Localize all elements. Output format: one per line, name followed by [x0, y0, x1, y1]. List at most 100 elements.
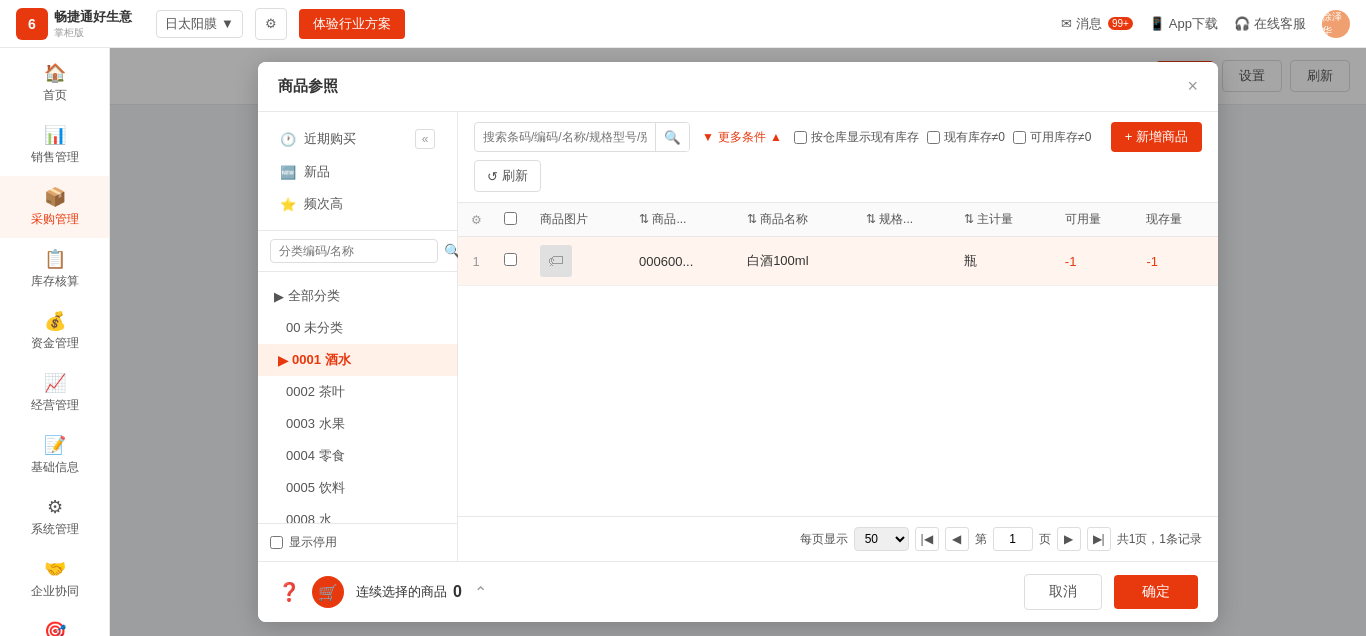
product-search-input[interactable] — [475, 130, 655, 144]
product-table: ⚙ 商品图片 ⇅ — [458, 203, 1218, 286]
category-water[interactable]: 0008 水 — [258, 504, 457, 523]
col-code-label: 商品... — [652, 212, 686, 226]
page-input[interactable] — [993, 527, 1033, 551]
sidebar-item-purchase[interactable]: 📦 采购管理 — [0, 176, 109, 238]
category-water-label: 0008 水 — [286, 511, 332, 523]
col-unit-sort-icon: ⇅ — [964, 212, 974, 226]
tab-new-products[interactable]: 🆕 新品 — [270, 156, 445, 188]
online-service-btn[interactable]: 🎧 在线客服 — [1234, 15, 1306, 33]
messages-btn[interactable]: ✉ 消息 99+ — [1061, 15, 1133, 33]
cell-checkbox[interactable] — [494, 237, 530, 286]
sidebar-inventory-label: 库存核算 — [31, 273, 79, 290]
category-fruit[interactable]: 0003 水果 — [258, 408, 457, 440]
table-row[interactable]: 1 🏷 — [458, 237, 1218, 286]
sidebar-collab-label: 企业协同 — [31, 583, 79, 600]
add-product-btn[interactable]: + 新增商品 — [1111, 122, 1202, 152]
headset-icon: 🎧 — [1234, 16, 1250, 31]
page-last-btn[interactable]: ▶| — [1087, 527, 1111, 551]
page-prev-btn[interactable]: ◀ — [945, 527, 969, 551]
checkbox-warehouse[interactable]: 按仓库显示现有库存 — [794, 129, 919, 146]
right-panel: 🔍 ▼ 更多条件 ▲ 按仓库显示现有库存 — [458, 112, 1218, 561]
nav-dropdown[interactable]: 日太阳膜 ▼ — [156, 10, 243, 38]
category-liquor[interactable]: ▶ 0001 酒水 — [258, 344, 457, 376]
col-spec[interactable]: ⇅ 规格... — [856, 203, 954, 237]
checkbox-stock-input[interactable] — [927, 131, 940, 144]
category-search-input[interactable] — [270, 239, 438, 263]
sidebar: 🏠 首页 📊 销售管理 📦 采购管理 📋 库存核算 💰 资金管理 📈 经营管理 … — [0, 48, 110, 636]
collapse-left-btn[interactable]: « — [415, 129, 435, 149]
pagination: 每页显示 20 50 100 |◀ ◀ 第 页 ▶ — [458, 516, 1218, 561]
sidebar-item-operations[interactable]: 📈 经营管理 — [0, 362, 109, 424]
page-next-btn[interactable]: ▶ — [1057, 527, 1081, 551]
sidebar-basic-label: 基础信息 — [31, 459, 79, 476]
refresh-icon: ↺ — [487, 169, 498, 184]
category-unclassified-label: 00 未分类 — [286, 319, 343, 337]
category-all[interactable]: ▶ 全部分类 — [258, 280, 457, 312]
messages-label: 消息 — [1076, 15, 1102, 33]
sidebar-item-basic[interactable]: 📝 基础信息 — [0, 424, 109, 486]
confirm-button[interactable]: 确定 — [1114, 575, 1198, 609]
sidebar-item-guide[interactable]: 🎯 新手引导 — [0, 610, 109, 636]
product-search-btn[interactable]: 🔍 — [655, 122, 689, 152]
checkbox-available-input[interactable] — [1013, 131, 1026, 144]
sidebar-item-home[interactable]: 🏠 首页 — [0, 52, 109, 114]
show-disabled-checkbox[interactable] — [270, 536, 283, 549]
modal-footer: ❓ 🛒 连续选择的商品 0 ⌃ 取消 确定 — [258, 561, 1218, 622]
col-available: 可用量 — [1055, 203, 1137, 237]
main-layout: 🏠 首页 📊 销售管理 📦 采购管理 📋 库存核算 💰 资金管理 📈 经营管理 … — [0, 48, 1366, 636]
col-name[interactable]: ⇅ 商品名称 — [737, 203, 856, 237]
product-search-bar: 🔍 — [474, 122, 690, 152]
page-size-select[interactable]: 20 50 100 — [854, 527, 909, 551]
sidebar-item-sales[interactable]: 📊 销售管理 — [0, 114, 109, 176]
product-unit: 瓶 — [964, 253, 977, 268]
col-settings: ⚙ — [458, 203, 494, 237]
cell-stock: -1 — [1136, 237, 1218, 286]
category-all-label: 全部分类 — [288, 287, 340, 305]
cancel-button[interactable]: 取消 — [1024, 574, 1102, 610]
modal-close-button[interactable]: × — [1187, 76, 1198, 97]
footer-collapse-icon[interactable]: ⌃ — [474, 583, 487, 602]
sidebar-sales-label: 销售管理 — [31, 149, 79, 166]
checkbox-available-nonzero[interactable]: 可用库存≠0 — [1013, 129, 1091, 146]
sidebar-item-system[interactable]: ⚙ 系统管理 — [0, 486, 109, 548]
cell-image: 🏷 — [530, 237, 629, 286]
checkbox-warehouse-input[interactable] — [794, 131, 807, 144]
filter-arrow-icon: ▲ — [770, 130, 782, 144]
more-filter-btn[interactable]: ▼ 更多条件 ▲ — [698, 129, 786, 146]
sidebar-item-finance[interactable]: 💰 资金管理 — [0, 300, 109, 362]
user-profile[interactable]: 徐泽华 — [1322, 10, 1350, 38]
show-disabled-label[interactable]: 显示停用 — [289, 534, 337, 551]
col-code[interactable]: ⇅ 商品... — [629, 203, 737, 237]
left-bottom: 显示停用 — [258, 523, 457, 561]
category-snacks[interactable]: 0004 零食 — [258, 440, 457, 472]
checkbox-stock-nonzero[interactable]: 现有库存≠0 — [927, 129, 1005, 146]
sidebar-item-inventory[interactable]: 📋 库存核算 — [0, 238, 109, 300]
cell-name: 白酒100ml — [737, 237, 856, 286]
cart-icon[interactable]: 🛒 — [312, 576, 344, 608]
continuous-select-label: 连续选择的商品 — [356, 583, 447, 601]
select-all-checkbox[interactable] — [504, 212, 517, 225]
row-checkbox[interactable] — [504, 253, 517, 266]
tab-frequent[interactable]: ⭐ 频次高 — [270, 188, 445, 220]
trial-btn[interactable]: 体验行业方案 — [299, 9, 405, 39]
col-code-sort-icon: ⇅ — [639, 212, 649, 226]
sidebar-item-collab[interactable]: 🤝 企业协同 — [0, 548, 109, 610]
product-available: -1 — [1065, 254, 1077, 269]
category-tea[interactable]: 0002 茶叶 — [258, 376, 457, 408]
app-download-btn[interactable]: 📱 App下载 — [1149, 15, 1218, 33]
gear-button[interactable]: ⚙ — [255, 8, 287, 40]
page-total: 共1页，1条记录 — [1117, 531, 1202, 548]
inventory-icon: 📋 — [44, 248, 66, 270]
category-unclassified[interactable]: 00 未分类 — [258, 312, 457, 344]
footer-select-text: 连续选择的商品 0 — [356, 583, 462, 601]
help-icon[interactable]: ❓ — [278, 581, 300, 603]
messages-badge: 99+ — [1108, 17, 1133, 30]
dropdown-arrow-icon: ▼ — [221, 16, 234, 31]
basic-icon: 📝 — [44, 434, 66, 456]
category-drinks[interactable]: 0005 饮料 — [258, 472, 457, 504]
col-unit[interactable]: ⇅ 主计量 — [954, 203, 1055, 237]
tab-recent-purchase[interactable]: 🕐 近期购买 « — [270, 122, 445, 156]
page-first-btn[interactable]: |◀ — [915, 527, 939, 551]
sales-icon: 📊 — [44, 124, 66, 146]
table-refresh-btn[interactable]: ↺ 刷新 — [474, 160, 541, 192]
